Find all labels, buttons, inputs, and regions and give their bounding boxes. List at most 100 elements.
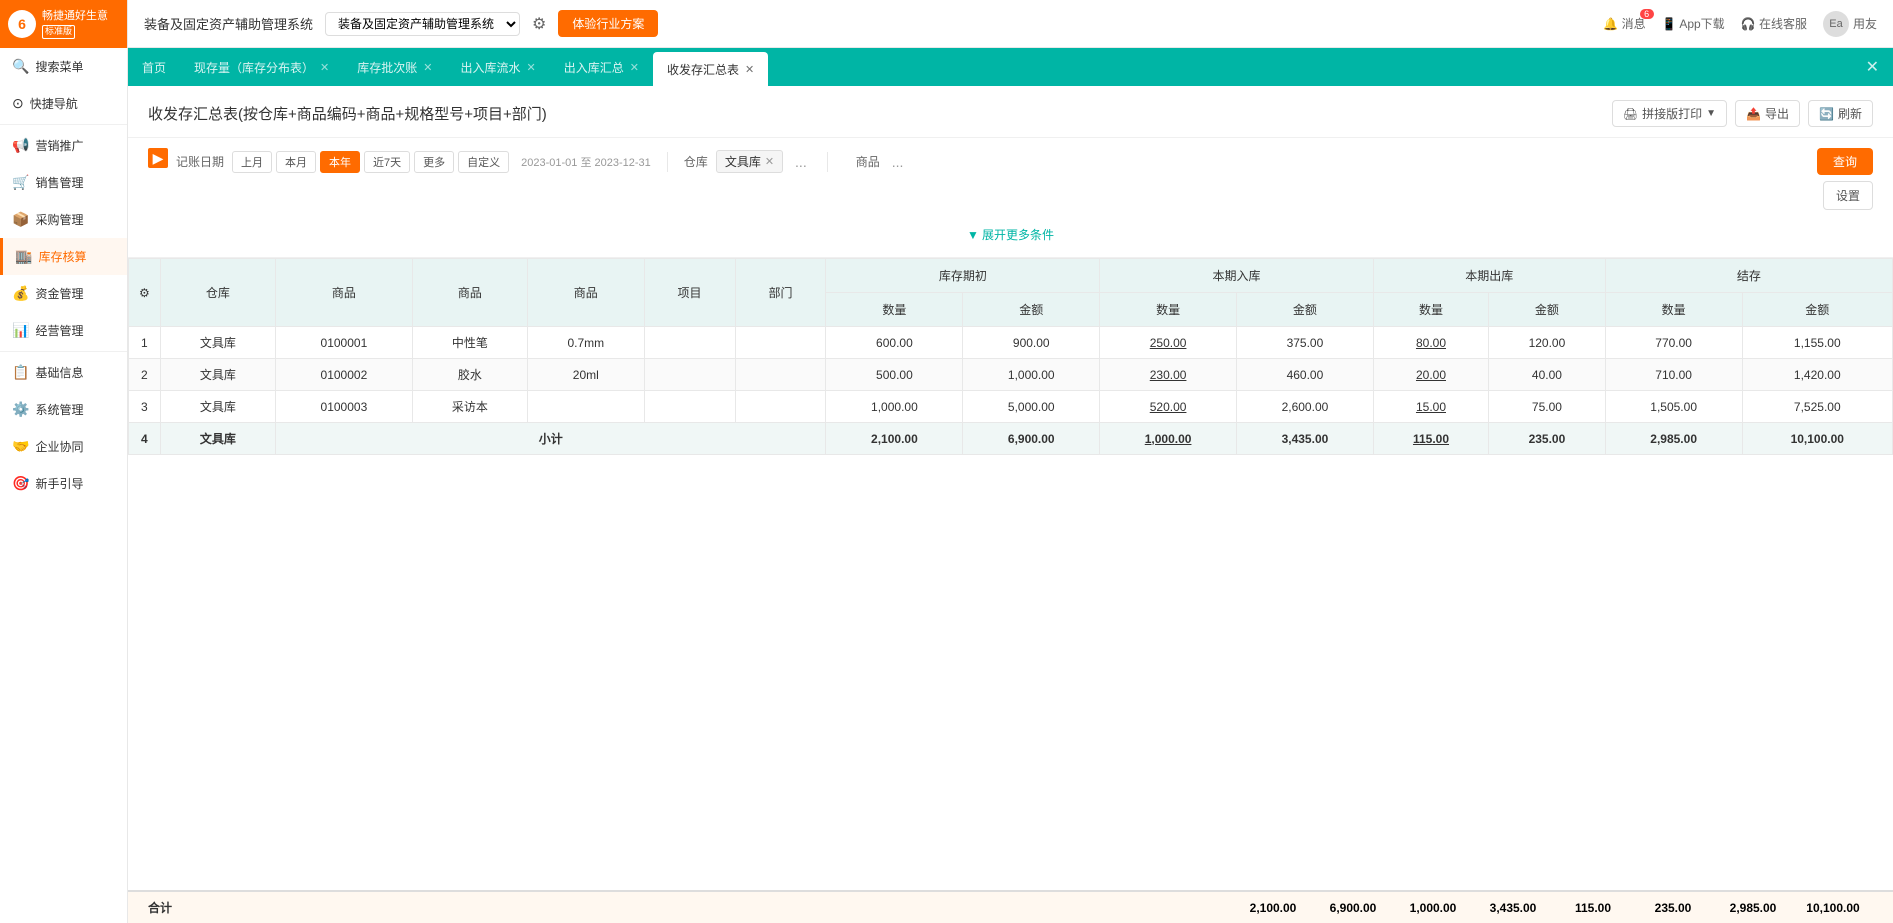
print-button[interactable]: 🖨 拼接版打印 ▼ xyxy=(1612,100,1727,127)
table-body: 1 文具库 0100001 中性笔 0.7mm 600.00 900.00 25… xyxy=(129,327,1893,455)
cell-bal-qty: 770.00 xyxy=(1605,327,1742,359)
cell-goods-name: 采访本 xyxy=(412,391,527,423)
sidebar-item-quick-nav[interactable]: ⊙ 快捷导航 xyxy=(0,85,127,122)
sidebar: 6 畅捷通好生意 标准版 🔍 搜索菜单 ⊙ 快捷导航 📢 营销推广 🛒 销售管理… xyxy=(0,0,128,923)
cell-no: 2 xyxy=(129,359,161,391)
cell-in-qty[interactable]: 520.00 xyxy=(1100,391,1237,423)
warehouse-more-btn[interactable]: ... xyxy=(791,154,811,170)
sidebar-item-label: 搜索菜单 xyxy=(35,58,83,75)
col-goods-spec-header: 商品 xyxy=(528,259,645,327)
tab-inout-summary[interactable]: 出入库汇总 ✕ xyxy=(550,48,653,86)
total-out-amt: 235.00 xyxy=(1633,901,1713,915)
date-btn-this-year[interactable]: 本年 xyxy=(320,151,360,173)
cell-open-qty: 1,000.00 xyxy=(826,391,963,423)
goods-more-btn[interactable]: ... xyxy=(888,154,908,170)
summary-table: ⚙ 仓库 商品 商品 商品 项目 部门 库存期初 本期入库 本期出库 结存 数量 xyxy=(128,258,1893,455)
expand-conditions-btn[interactable]: ▼ 展开更多条件 xyxy=(967,226,1054,243)
cell-out-amt: 40.00 xyxy=(1489,359,1606,391)
trial-button[interactable]: 体验行业方案 xyxy=(558,10,658,37)
notification-wrap[interactable]: 🔔 6 消息 xyxy=(1603,15,1645,32)
col-goods-name-header: 商品 xyxy=(412,259,527,327)
cell-in-qty[interactable]: 250.00 xyxy=(1100,327,1237,359)
settings-button[interactable]: ⚙ xyxy=(532,14,546,34)
warehouse-remove-btn[interactable]: ✕ xyxy=(765,155,774,168)
system-select[interactable]: 装备及固定资产辅助管理系统 xyxy=(325,12,520,36)
tab-batch-ledger[interactable]: 库存批次账 ✕ xyxy=(343,48,446,86)
tab-stock-dist-label: 现存量（库存分布表） xyxy=(194,59,314,76)
tab-recv-send-label: 收发存汇总表 xyxy=(667,61,739,78)
sales-icon: 🛒 xyxy=(12,174,29,191)
cell-no: 1 xyxy=(129,327,161,359)
cell-out-amt: 235.00 xyxy=(1489,423,1606,455)
date-btn-this-month[interactable]: 本月 xyxy=(276,151,316,173)
sidebar-item-inventory[interactable]: 🏬 库存核算 xyxy=(0,238,127,275)
cell-out-qty[interactable]: 20.00 xyxy=(1373,359,1488,391)
tab-home[interactable]: 首页 xyxy=(128,48,180,86)
tab-inout-summary-label: 出入库汇总 xyxy=(564,59,624,76)
tab-inout-flow-close[interactable]: ✕ xyxy=(527,61,536,74)
sidebar-item-basic[interactable]: 📋 基础信息 xyxy=(0,354,127,391)
cell-out-qty[interactable]: 80.00 xyxy=(1373,327,1488,359)
tab-recv-send-summary[interactable]: 收发存汇总表 ✕ xyxy=(653,52,768,86)
set-button[interactable]: 设置 xyxy=(1823,181,1873,210)
cell-open-amt: 1,000.00 xyxy=(963,359,1100,391)
tabbar-close-all[interactable]: ✕ xyxy=(1852,57,1893,77)
cell-in-qty[interactable]: 1,000.00 xyxy=(1100,423,1237,455)
sidebar-item-system[interactable]: ⚙️ 系统管理 xyxy=(0,391,127,428)
col-settings-header[interactable]: ⚙ xyxy=(129,259,161,327)
col-goods-code-header: 商品 xyxy=(275,259,412,327)
sidebar-item-label: 快捷导航 xyxy=(30,95,78,112)
collapse-icon[interactable]: ▶ xyxy=(148,148,168,168)
date-btn-7days[interactable]: 近7天 xyxy=(364,151,410,173)
expand-icon: ▼ xyxy=(967,228,979,242)
sidebar-item-purchase[interactable]: 📦 采购管理 xyxy=(0,201,127,238)
sidebar-item-search[interactable]: 🔍 搜索菜单 xyxy=(0,48,127,85)
cell-in-amt: 375.00 xyxy=(1237,327,1374,359)
cell-out-amt: 75.00 xyxy=(1489,391,1606,423)
refresh-button[interactable]: 🔄 刷新 xyxy=(1808,100,1873,127)
main-area: 装备及固定资产辅助管理系统 装备及固定资产辅助管理系统 ⚙ 体验行业方案 🔔 6… xyxy=(128,0,1893,923)
cell-out-qty[interactable]: 115.00 xyxy=(1373,423,1488,455)
cell-project xyxy=(644,359,735,391)
sidebar-item-enterprise[interactable]: 🤝 企业协同 xyxy=(0,428,127,465)
cell-out-qty[interactable]: 15.00 xyxy=(1373,391,1488,423)
sidebar-item-sales[interactable]: 🛒 销售管理 xyxy=(0,164,127,201)
query-button[interactable]: 查询 xyxy=(1817,148,1873,175)
date-range: 2023-01-01 至 2023-12-31 xyxy=(521,154,651,170)
tab-stock-dist-close[interactable]: ✕ xyxy=(320,61,329,74)
sidebar-menu: 🔍 搜索菜单 ⊙ 快捷导航 📢 营销推广 🛒 销售管理 📦 采购管理 🏬 库存核… xyxy=(0,48,127,502)
search-icon: 🔍 xyxy=(12,58,29,75)
sidebar-item-operations[interactable]: 📊 经营管理 xyxy=(0,312,127,349)
warehouse-label: 仓库 xyxy=(684,153,708,170)
date-btn-custom[interactable]: 自定义 xyxy=(458,151,509,173)
cell-in-qty[interactable]: 230.00 xyxy=(1100,359,1237,391)
tab-inout-flow[interactable]: 出入库流水 ✕ xyxy=(446,48,549,86)
cell-no: 3 xyxy=(129,391,161,423)
sidebar-item-label: 企业协同 xyxy=(35,438,83,455)
avatar: Ea xyxy=(1823,11,1849,37)
tab-stock-dist[interactable]: 现存量（库存分布表） ✕ xyxy=(180,48,343,86)
system-icon: ⚙️ xyxy=(12,401,29,418)
sidebar-item-guide[interactable]: 🎯 新手引导 xyxy=(0,465,127,502)
sidebar-item-marketing[interactable]: 📢 营销推广 xyxy=(0,127,127,164)
tab-recv-send-close[interactable]: ✕ xyxy=(745,63,754,76)
online-service[interactable]: 🎧 在线客服 xyxy=(1741,15,1807,32)
warehouse-tag-text: 文具库 xyxy=(725,153,761,170)
total-out-qty: 115.00 xyxy=(1553,901,1633,915)
col-department-header: 部门 xyxy=(735,259,826,327)
cell-department xyxy=(735,359,826,391)
topbar-right: 🔔 6 消息 📱 App下载 🎧 在线客服 Ea 用友 xyxy=(1603,11,1877,37)
cell-warehouse: 文具库 xyxy=(160,327,275,359)
cell-in-amt: 2,600.00 xyxy=(1237,391,1374,423)
date-btn-more[interactable]: 更多 xyxy=(414,151,454,173)
inventory-icon: 🏬 xyxy=(15,248,32,265)
tab-inout-summary-close[interactable]: ✕ xyxy=(630,61,639,74)
sidebar-item-finance[interactable]: 💰 资金管理 xyxy=(0,275,127,312)
tab-batch-ledger-close[interactable]: ✕ xyxy=(423,61,432,74)
cell-in-amt: 460.00 xyxy=(1237,359,1374,391)
date-btn-last-month[interactable]: 上月 xyxy=(232,151,272,173)
export-button[interactable]: 📤 导出 xyxy=(1735,100,1800,127)
content-area: 收发存汇总表(按仓库+商品编码+商品+规格型号+项目+部门) 🖨 拼接版打印 ▼… xyxy=(128,86,1893,923)
app-download[interactable]: 📱 App下载 xyxy=(1662,15,1725,32)
user-section[interactable]: Ea 用友 xyxy=(1823,11,1877,37)
